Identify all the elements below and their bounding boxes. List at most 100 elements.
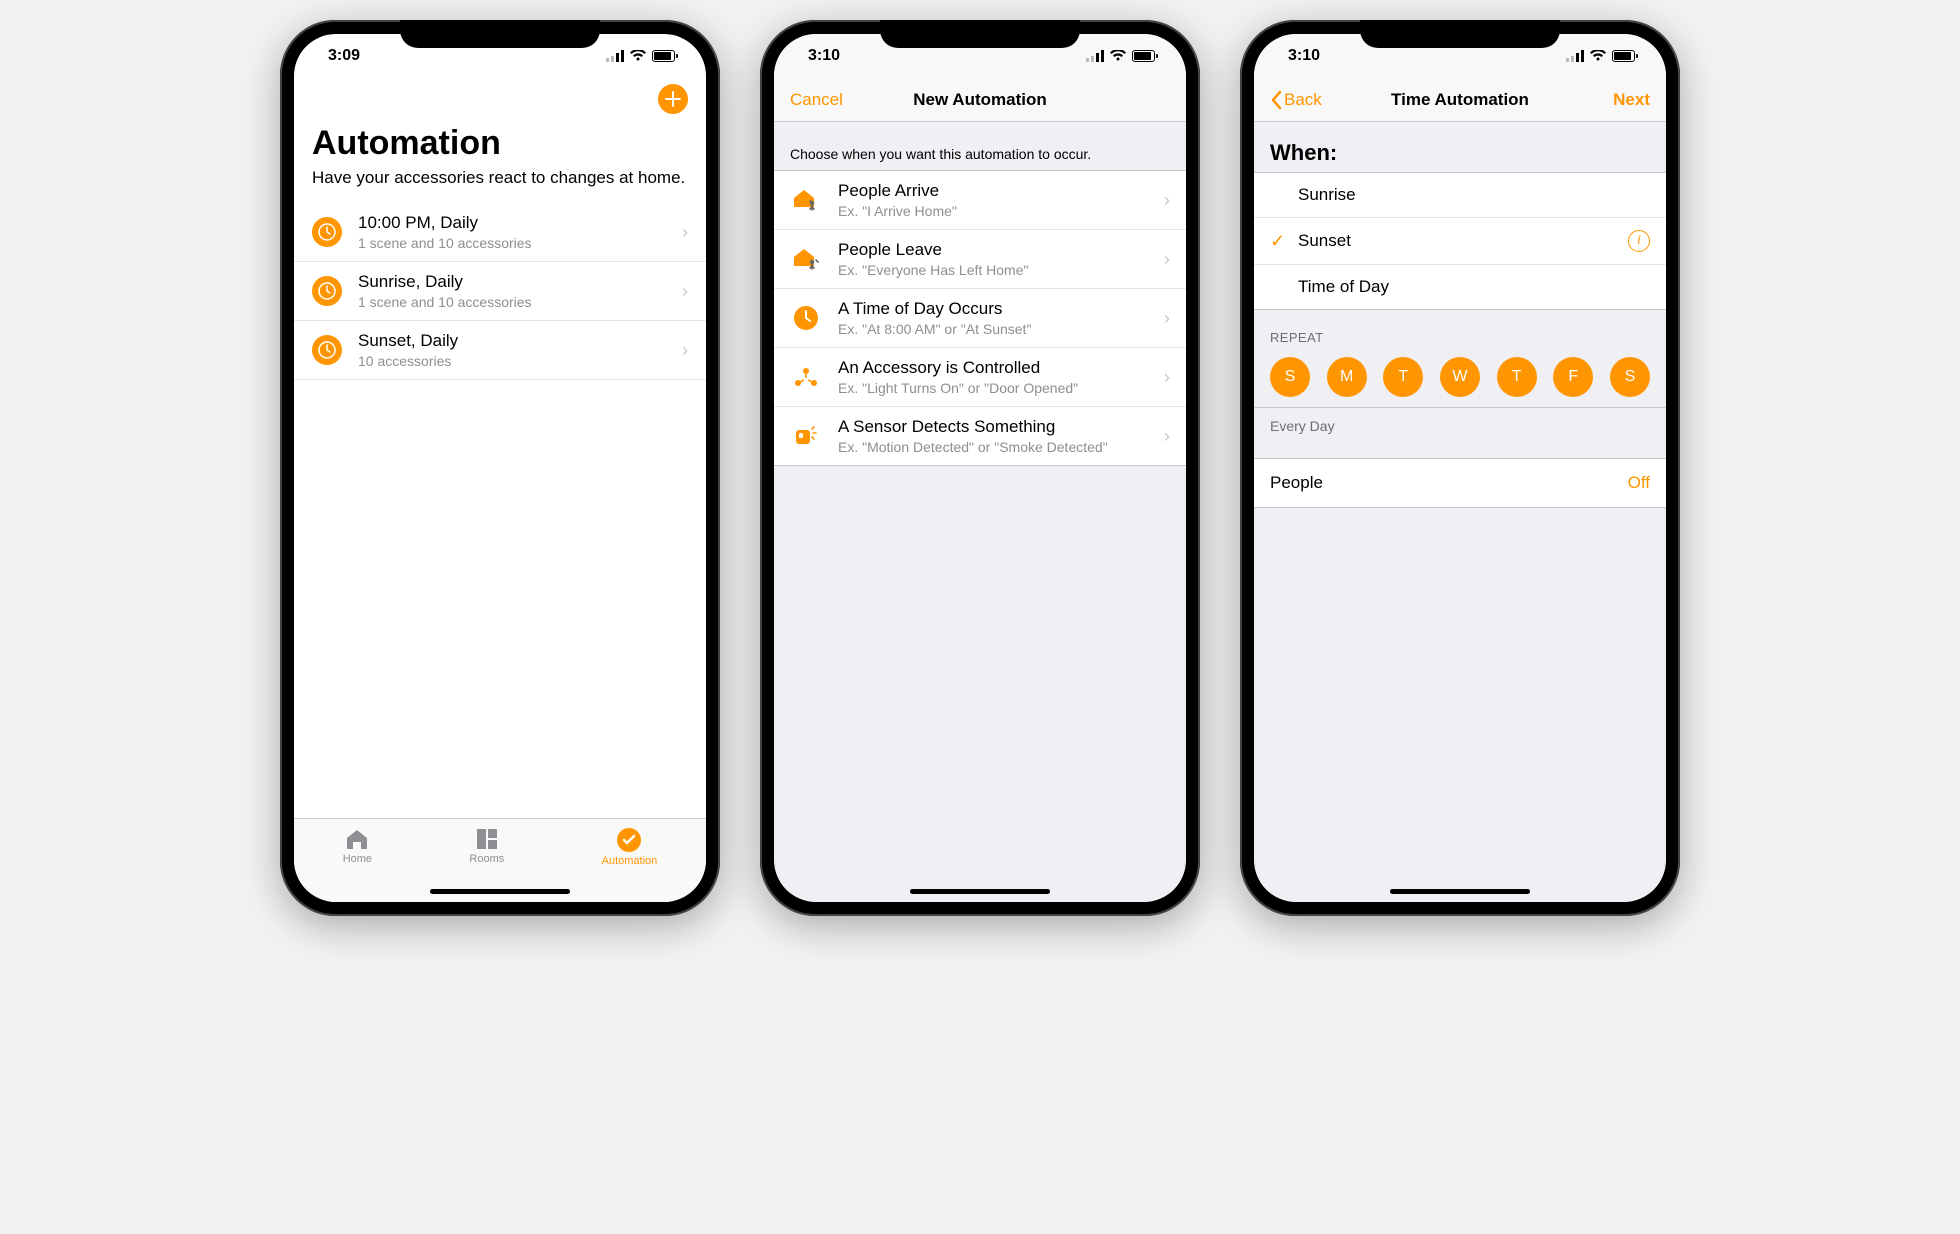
day-toggle[interactable]: F (1553, 357, 1593, 397)
accessory-network-icon (790, 361, 822, 393)
status-icons (1566, 50, 1638, 62)
trigger-title: People Arrive (838, 181, 1164, 201)
day-toggle[interactable]: T (1383, 357, 1423, 397)
option-label: Time of Day (1298, 277, 1650, 297)
when-options: Sunrise ✓ Sunset i Time of Day (1254, 172, 1666, 310)
chevron-right-icon: › (682, 222, 688, 243)
page-title: Automation (312, 124, 688, 163)
notch (880, 20, 1080, 48)
chevron-right-icon: › (1164, 426, 1170, 447)
status-icons (1086, 50, 1158, 62)
home-indicator[interactable] (1390, 889, 1530, 894)
cellular-icon (606, 50, 624, 62)
automation-list: 10:00 PM, Daily 1 scene and 10 accessori… (294, 203, 706, 380)
cancel-button[interactable]: Cancel (790, 90, 860, 110)
trigger-list: People Arrive Ex. "I Arrive Home" › Peop… (774, 170, 1186, 466)
battery-icon (652, 50, 678, 62)
chevron-right-icon: › (682, 281, 688, 302)
tab-rooms[interactable]: Rooms (469, 827, 504, 865)
automation-title: Sunset, Daily (358, 331, 682, 351)
clock-icon (312, 276, 342, 306)
automation-row[interactable]: Sunset, Daily 10 accessories › (294, 321, 706, 380)
when-option-sunrise[interactable]: Sunrise (1254, 173, 1666, 218)
option-label: Sunrise (1298, 185, 1650, 205)
notch (400, 20, 600, 48)
nav-bar: Cancel New Automation (774, 78, 1186, 122)
chevron-right-icon: › (1164, 249, 1170, 270)
rooms-icon (475, 827, 499, 851)
people-cell[interactable]: People Off (1254, 458, 1666, 508)
automation-row[interactable]: Sunrise, Daily 1 scene and 10 accessorie… (294, 262, 706, 321)
automation-icon (616, 827, 642, 853)
status-icons (606, 50, 678, 62)
trigger-sensor-detects[interactable]: A Sensor Detects Something Ex. "Motion D… (774, 407, 1186, 465)
automation-row[interactable]: 10:00 PM, Daily 1 scene and 10 accessori… (294, 203, 706, 262)
trigger-detail: Ex. "At 8:00 AM" or "At Sunset" (838, 321, 1164, 337)
people-value: Off (1628, 473, 1650, 493)
chevron-right-icon: › (1164, 190, 1170, 211)
trigger-title: An Accessory is Controlled (838, 358, 1164, 378)
status-time: 3:09 (328, 47, 360, 65)
nav-title: Time Automation (1391, 90, 1529, 110)
phone-new-automation: 3:10 Cancel New Automation Choose when y… (760, 20, 1200, 916)
day-toggle[interactable]: M (1327, 357, 1367, 397)
home-indicator[interactable] (910, 889, 1050, 894)
cellular-icon (1566, 50, 1584, 62)
repeat-days-row: S M T W T F S (1254, 351, 1666, 408)
chevron-left-icon (1270, 90, 1282, 110)
status-time: 3:10 (1288, 47, 1320, 65)
day-toggle[interactable]: S (1270, 357, 1310, 397)
clock-icon (312, 217, 342, 247)
clock-icon (790, 302, 822, 334)
trigger-people-arrive[interactable]: People Arrive Ex. "I Arrive Home" › (774, 171, 1186, 230)
house-person-leave-icon (790, 243, 822, 275)
battery-icon (1612, 50, 1638, 62)
trigger-detail: Ex. "Light Turns On" or "Door Opened" (838, 380, 1164, 396)
page-subtitle: Have your accessories react to changes a… (312, 167, 688, 189)
wifi-icon (630, 50, 646, 62)
day-toggle[interactable]: W (1440, 357, 1480, 397)
wifi-icon (1110, 50, 1126, 62)
clock-icon (312, 335, 342, 365)
people-label: People (1270, 473, 1323, 493)
trigger-detail: Ex. "Motion Detected" or "Smoke Detected… (838, 439, 1164, 455)
automation-title: 10:00 PM, Daily (358, 213, 682, 233)
info-icon[interactable]: i (1628, 230, 1650, 252)
add-automation-button[interactable] (658, 84, 688, 114)
when-option-time-of-day[interactable]: Time of Day (1254, 265, 1666, 310)
chevron-right-icon: › (1164, 308, 1170, 329)
tab-label: Home (343, 853, 372, 865)
back-button[interactable]: Back (1270, 90, 1340, 110)
home-indicator[interactable] (430, 889, 570, 894)
trigger-people-leave[interactable]: People Leave Ex. "Everyone Has Left Home… (774, 230, 1186, 289)
automation-detail: 10 accessories (358, 353, 682, 369)
phone-time-automation: 3:10 Back Time Automation Next When: Sun… (1240, 20, 1680, 916)
day-toggle[interactable]: T (1497, 357, 1537, 397)
trigger-time-of-day[interactable]: A Time of Day Occurs Ex. "At 8:00 AM" or… (774, 289, 1186, 348)
automation-title: Sunrise, Daily (358, 272, 682, 292)
chevron-right-icon: › (1164, 367, 1170, 388)
status-time: 3:10 (808, 47, 840, 65)
cellular-icon (1086, 50, 1104, 62)
when-option-sunset[interactable]: ✓ Sunset i (1254, 218, 1666, 265)
house-person-arrive-icon (790, 184, 822, 216)
trigger-accessory-controlled[interactable]: An Accessory is Controlled Ex. "Light Tu… (774, 348, 1186, 407)
nav-bar: Back Time Automation Next (1254, 78, 1666, 122)
repeat-header: REPEAT (1254, 310, 1666, 351)
plus-icon (665, 91, 681, 107)
tab-automation[interactable]: Automation (602, 827, 658, 867)
tab-home[interactable]: Home (343, 827, 372, 865)
checkmark-icon: ✓ (1270, 231, 1298, 252)
notch (1360, 20, 1560, 48)
wifi-icon (1590, 50, 1606, 62)
day-toggle[interactable]: S (1610, 357, 1650, 397)
trigger-title: A Sensor Detects Something (838, 417, 1164, 437)
nav-title: New Automation (913, 90, 1046, 110)
trigger-detail: Ex. "I Arrive Home" (838, 203, 1164, 219)
tab-label: Rooms (469, 853, 504, 865)
trigger-detail: Ex. "Everyone Has Left Home" (838, 262, 1164, 278)
next-button[interactable]: Next (1580, 90, 1650, 110)
battery-icon (1132, 50, 1158, 62)
phone-automation-list: 3:09 Automation Have your accessories re… (280, 20, 720, 916)
when-header: When: (1254, 122, 1666, 172)
